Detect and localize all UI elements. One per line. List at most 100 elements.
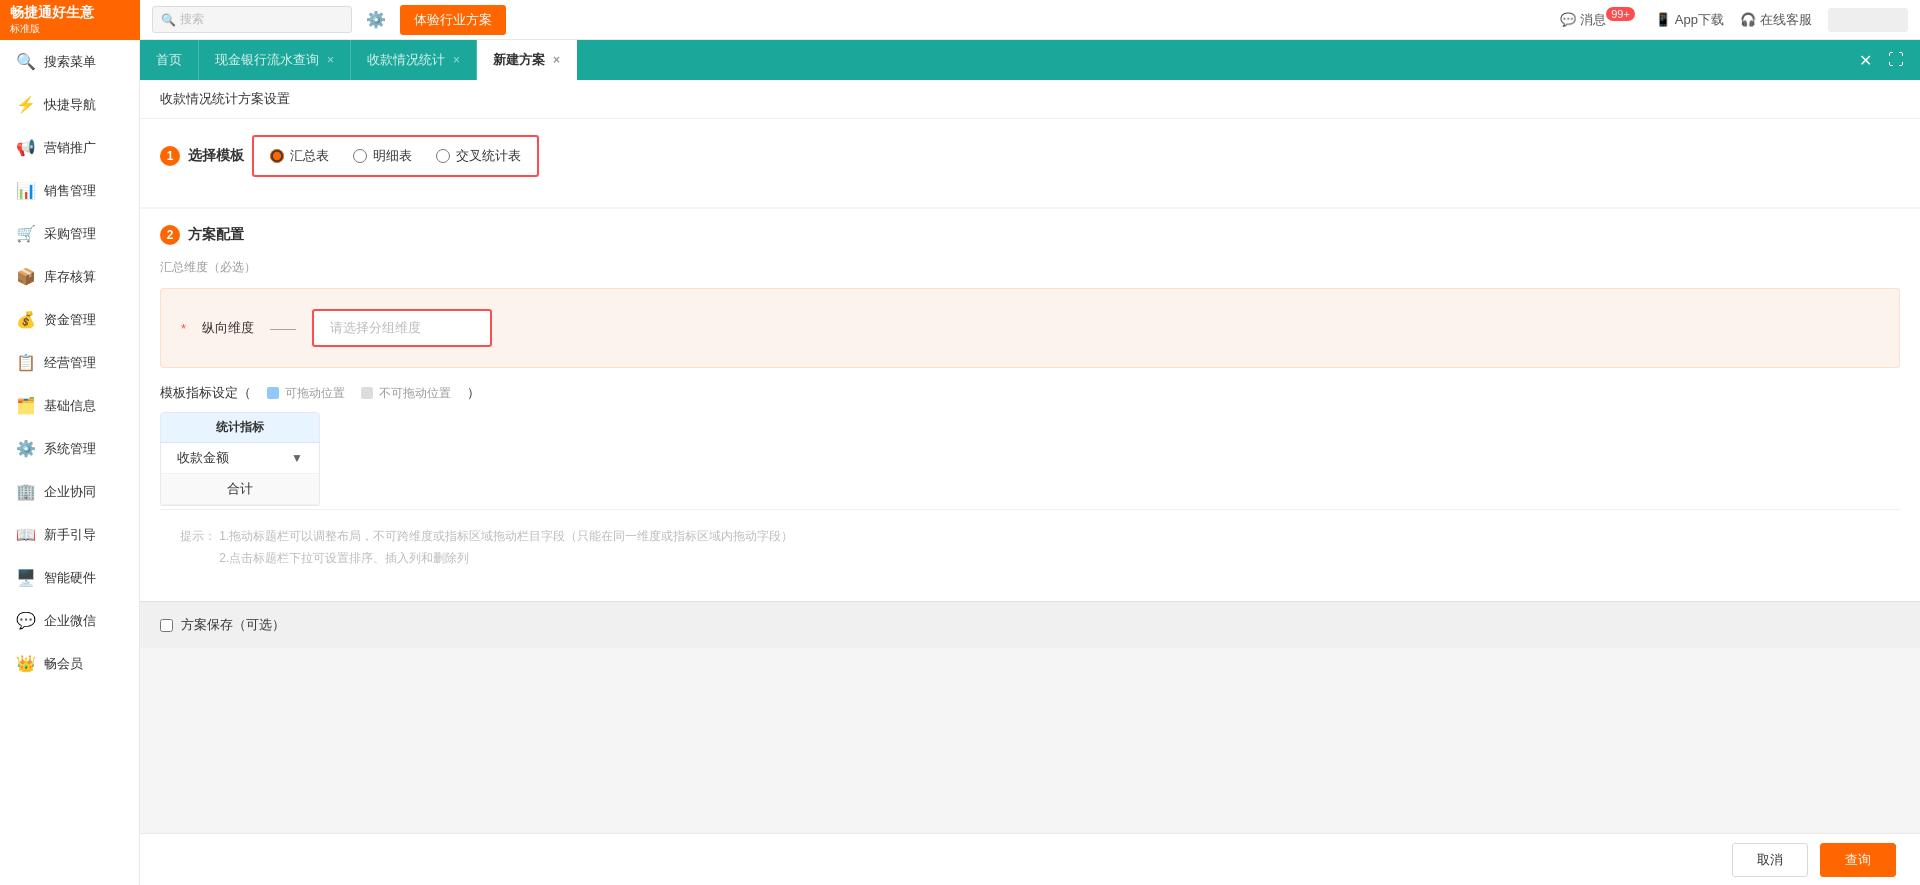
non-draggable-legend: 不可拖动位置 [361,385,451,402]
sidebar-item-label-quicknav: 快捷导航 [44,96,96,114]
step1-header: 1 选择模板 汇总表 明细表 交叉统计表 [160,135,1900,177]
wechat-icon: 💬 [16,611,36,630]
draggable-legend: 可拖动位置 [267,385,345,402]
dimension-row: * 纵向维度 —— 请选择分组维度 [181,309,1879,347]
template-options: 汇总表 明细表 交叉统计表 [252,135,539,177]
indicator-label-row: 模板指标设定（ 可拖动位置 不可拖动位置 ） [160,384,1900,402]
settings-button[interactable]: ⚙️ [362,6,390,34]
sales-icon: 📊 [16,181,36,200]
stat-dropdown-button[interactable]: ▼ [291,451,303,465]
indicator-label-close: ） [467,384,480,402]
sidebar-item-label-hardware: 智能硬件 [44,569,96,587]
enterprise-icon: 🏢 [16,482,36,501]
draggable-label: 可拖动位置 [285,385,345,402]
sidebar-item-label-guide: 新手引导 [44,526,96,544]
sidebar-item-system[interactable]: ⚙️ 系统管理 [0,427,139,470]
tab-home-label: 首页 [156,51,182,69]
stat-table-header: 统计指标 [161,413,319,443]
page-content: 收款情况统计方案设置 1 选择模板 汇总表 明细表 [140,80,1920,833]
tab-close-all-button[interactable]: ✕ [1855,47,1876,74]
stat-table-sum: 合计 [161,474,319,505]
query-button[interactable]: 查询 [1820,843,1896,877]
stat-table-row-amount[interactable]: 收款金额 ▼ [161,443,319,474]
sidebar-item-wechat[interactable]: 💬 企业微信 [0,599,139,642]
sidebar-item-enterprise[interactable]: 🏢 企业协同 [0,470,139,513]
dimension-label: 汇总维度（必选） [160,259,1900,276]
stat-sum-label: 合计 [227,481,253,496]
sidebar-item-finance[interactable]: 💰 资金管理 [0,298,139,341]
step2-header: 2 方案配置 [160,225,1900,245]
step1-badge: 1 [160,146,180,166]
dimension-select[interactable]: 请选择分组维度 [312,309,492,347]
step2-title: 方案配置 [188,226,244,244]
tab-receipt-stat-close[interactable]: × [453,53,460,67]
guide-icon: 📖 [16,525,36,544]
sidebar-item-label-finance: 资金管理 [44,311,96,329]
sidebar-item-quicknav[interactable]: ⚡ 快捷导航 [0,83,139,126]
sidebar-item-label-enterprise: 企业协同 [44,483,96,501]
sidebar-item-label-sales: 销售管理 [44,182,96,200]
industry-button[interactable]: 体验行业方案 [400,5,506,35]
tab-cashflow-close[interactable]: × [327,53,334,67]
template-radio-detail[interactable] [353,149,367,163]
download-item[interactable]: 📱 App下载 [1655,11,1724,29]
app-logo: 畅捷通好生意 标准版 [0,0,140,40]
template-option-summary[interactable]: 汇总表 [270,147,329,165]
template-label-summary: 汇总表 [290,147,329,165]
member-icon: 👑 [16,654,36,673]
sidebar-item-hardware[interactable]: 🖥️ 智能硬件 [0,556,139,599]
service-label: 在线客服 [1760,11,1812,29]
finance-icon: 💰 [16,310,36,329]
stat-table: 统计指标 收款金额 ▼ 合计 [160,412,320,506]
inventory-icon: 📦 [16,267,36,286]
page-title: 收款情况统计方案设置 [160,91,290,106]
tab-cashflow[interactable]: 现金银行流水查询 × [199,40,351,80]
search-bar[interactable]: 🔍 搜索 [152,6,352,33]
tab-receipt-stat[interactable]: 收款情况统计 × [351,40,477,80]
sidebar-item-member[interactable]: 👑 畅会员 [0,642,139,685]
notification-icon: 💬 [1560,12,1576,27]
sidebar-item-search[interactable]: 🔍 搜索菜单 [0,40,139,83]
step2-section: 2 方案配置 汇总维度（必选） * 纵向维度 —— 请选择分组维度 [140,209,1920,601]
tab-new-plan-close[interactable]: × [553,53,560,67]
tab-maximize-button[interactable]: ⛶ [1884,47,1908,73]
sidebar-item-operation[interactable]: 📋 经营管理 [0,341,139,384]
tip-2: 2.点击标题栏下拉可设置排序、插入列和删除列 [180,548,1880,570]
template-option-cross[interactable]: 交叉统计表 [436,147,521,165]
logo-sub: 标准版 [10,22,94,36]
save-checkbox[interactable] [160,619,173,632]
operation-icon: 📋 [16,353,36,372]
sidebar-item-label-basic: 基础信息 [44,397,96,415]
template-radio-summary[interactable] [270,149,284,163]
cancel-button[interactable]: 取消 [1732,843,1808,877]
tab-home[interactable]: 首页 [140,40,199,80]
sidebar-item-purchase[interactable]: 🛒 采购管理 [0,212,139,255]
sidebar-item-sales[interactable]: 📊 销售管理 [0,169,139,212]
sidebar-item-label-inventory: 库存核算 [44,268,96,286]
tip-1: 提示： 1.拖动标题栏可以调整布局，不可跨维度或指标区域拖动栏目字段（只能在同一… [180,526,1880,548]
sidebar-item-basic[interactable]: 🗂️ 基础信息 [0,384,139,427]
tab-actions: ✕ ⛶ [1855,40,1920,80]
draggable-dot [267,387,279,399]
stat-table-header-label: 统计指标 [216,420,264,434]
sidebar-item-guide[interactable]: 📖 新手引导 [0,513,139,556]
template-option-detail[interactable]: 明细表 [353,147,412,165]
save-section: 方案保存（可选） [140,601,1920,648]
page-title-bar: 收款情况统计方案设置 [140,80,1920,119]
download-label: App下载 [1675,11,1724,29]
tab-receipt-stat-label: 收款情况统计 [367,51,445,69]
service-item[interactable]: 🎧 在线客服 [1740,11,1812,29]
template-radio-cross[interactable] [436,149,450,163]
tab-new-plan[interactable]: 新建方案 × [477,40,577,80]
non-draggable-dot [361,387,373,399]
sidebar-item-label-wechat: 企业微信 [44,612,96,630]
sidebar-item-inventory[interactable]: 📦 库存核算 [0,255,139,298]
save-label: 方案保存（可选） [181,616,285,634]
sidebar-item-marketing[interactable]: 📢 营销推广 [0,126,139,169]
step2-badge: 2 [160,225,180,245]
notification-item[interactable]: 💬 消息 99+ [1560,11,1639,29]
user-avatar[interactable] [1828,8,1908,32]
template-label-cross: 交叉统计表 [456,147,521,165]
tips-section: 提示： 1.拖动标题栏可以调整布局，不可跨维度或指标区域拖动栏目字段（只能在同一… [160,509,1900,585]
system-icon: ⚙️ [16,439,36,458]
